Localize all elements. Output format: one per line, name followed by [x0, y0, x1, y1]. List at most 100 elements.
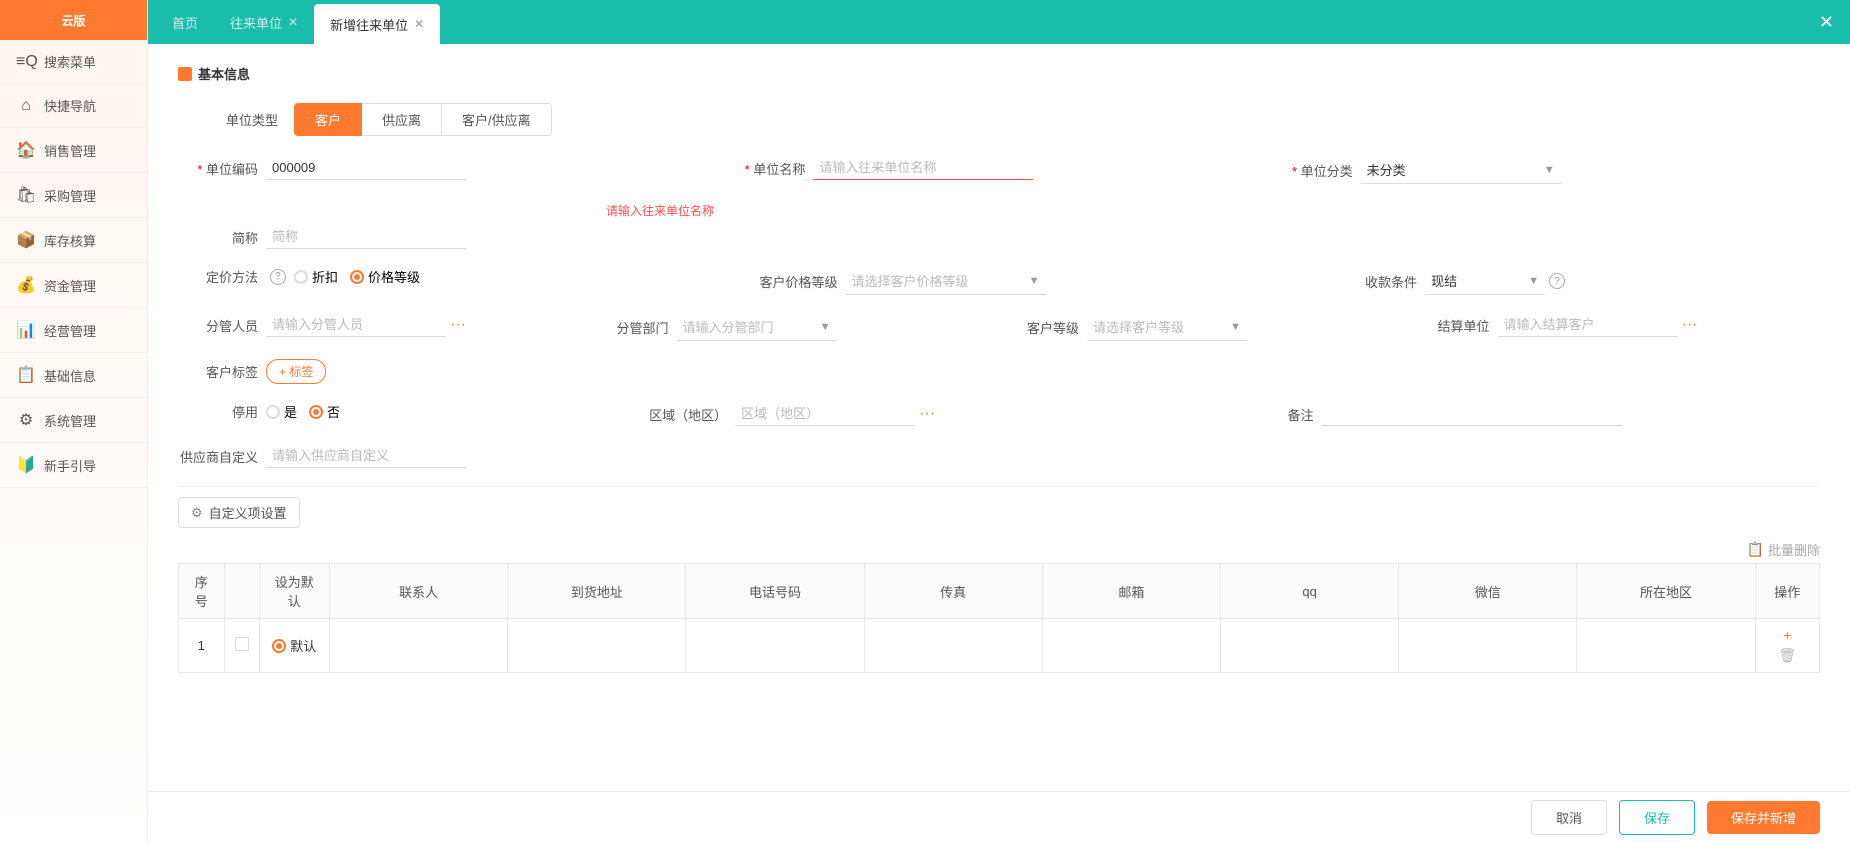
save-button[interactable]: 保存 — [1619, 800, 1695, 835]
payment-help-icon[interactable]: ? — [1549, 273, 1565, 289]
col-phone: 电话号码 — [686, 564, 864, 619]
row-checkbox[interactable] — [235, 637, 249, 651]
inventory-icon: 📦 — [16, 230, 36, 250]
customer-price-select[interactable]: 请选择客户价格等级 ▼ — [846, 267, 1046, 295]
settlement-more-button[interactable]: ··· — [1678, 316, 1702, 334]
col-fax: 传真 — [864, 564, 1042, 619]
sidebar-item-purchase[interactable]: 🛍 采购管理 — [0, 173, 147, 218]
region-label: 区域（地区） — [647, 405, 727, 424]
tab-home[interactable]: 首页 — [156, 0, 214, 44]
section-title-basic: 基本信息 — [178, 64, 1820, 83]
customer-level-select[interactable]: 请选择客户等级 ▼ — [1087, 313, 1247, 341]
sidebar-item-label: 库存核算 — [44, 231, 96, 250]
remark-input[interactable] — [1322, 402, 1622, 426]
purchase-icon: 🛍 — [16, 185, 36, 205]
unit-code-input[interactable] — [266, 156, 466, 180]
sidebar-item-operations[interactable]: 📊 经营管理 — [0, 308, 147, 353]
payment-terms-select[interactable]: 现结 ▼ — [1425, 267, 1545, 295]
col-address: 到货地址 — [508, 564, 686, 619]
chevron-down-icon4: ▼ — [820, 321, 831, 333]
del-row-button[interactable]: 🗑 — [1774, 645, 1800, 666]
tab-new-partner[interactable]: 新增往来单位 ✕ — [314, 4, 440, 44]
cell-email[interactable] — [1042, 619, 1220, 673]
form-row-disable-region: 停用 是 否 区域（地区） ··· 备注 — [178, 402, 1820, 426]
radio-disable-no-label: 否 — [327, 402, 340, 421]
chevron-down-icon3: ▼ — [1528, 275, 1539, 287]
field-unit-category: 单位分类 未分类 ▼ — [1273, 156, 1820, 184]
add-tag-button[interactable]: + 标签 — [266, 359, 326, 384]
radio-discount-label: 折扣 — [312, 267, 338, 286]
sidebar-item-quicknav[interactable]: ⌂ 快捷导航 — [0, 84, 147, 128]
radio-discount-circle — [294, 270, 308, 284]
default-radio[interactable]: 默认 — [270, 636, 320, 655]
type-btn-supplier[interactable]: 供应离 — [362, 103, 441, 136]
main-content: 首页 往来单位 ✕ 新增往来单位 ✕ ✕ 基本信息 单位类型 客户 供应离 客户… — [148, 0, 1850, 843]
cell-checkbox[interactable] — [224, 619, 259, 673]
tab-partners[interactable]: 往来单位 ✕ — [214, 0, 314, 44]
form-row-tag: 客户标签 + 标签 — [178, 359, 1820, 384]
short-name-input[interactable] — [266, 225, 466, 249]
manager-more-button[interactable]: ··· — [446, 316, 470, 334]
cell-index: 1 — [179, 619, 225, 673]
form-row-code-name-cat: 单位编码 单位名称 单位分类 未分类 ▼ — [178, 156, 1820, 184]
cell-address[interactable] — [508, 619, 686, 673]
phone-input[interactable] — [696, 638, 853, 653]
divider — [178, 486, 1820, 487]
region-more-button[interactable]: ··· — [915, 405, 939, 423]
customer-level-placeholder: 请选择客户等级 — [1093, 317, 1184, 336]
contact-input[interactable] — [340, 638, 497, 653]
window-close-button[interactable]: ✕ — [1811, 12, 1842, 33]
sidebar-item-basicinfo[interactable]: 📋 基础信息 — [0, 353, 147, 398]
save-new-button[interactable]: 保存并新增 — [1707, 801, 1820, 834]
sidebar-item-finance[interactable]: 💰 资金管理 — [0, 263, 147, 308]
type-btn-customer[interactable]: 客户 — [294, 103, 362, 136]
cell-wechat[interactable] — [1399, 619, 1577, 673]
address-input[interactable] — [518, 638, 675, 653]
sidebar-item-newbie[interactable]: 🔰 新手引导 — [0, 443, 147, 488]
department-select[interactable]: 请输入分管部门 ▼ — [677, 313, 837, 341]
batch-delete-label[interactable]: 批量删除 — [1768, 540, 1820, 559]
add-row-button[interactable]: + — [1779, 625, 1795, 645]
unit-name-input[interactable] — [813, 156, 1033, 180]
cell-contact[interactable] — [330, 619, 508, 673]
short-name-label: 简称 — [178, 228, 258, 247]
row-region-input[interactable] — [1587, 638, 1744, 653]
field-customer-level: 客户等级 请选择客户等级 ▼ — [999, 313, 1410, 341]
cell-qq[interactable] — [1220, 619, 1398, 673]
sidebar-item-system[interactable]: ⚙ 系统管理 — [0, 398, 147, 443]
manager-input[interactable] — [266, 313, 446, 337]
sidebar-item-label: 系统管理 — [44, 411, 96, 430]
tab-new-partner-close[interactable]: ✕ — [414, 17, 424, 31]
wechat-input[interactable] — [1409, 638, 1566, 653]
email-input[interactable] — [1053, 638, 1210, 653]
tab-partners-close[interactable]: ✕ — [288, 15, 298, 29]
radio-disable-no[interactable]: 否 — [309, 402, 340, 421]
sidebar-item-label: 资金管理 — [44, 276, 96, 295]
cancel-button[interactable]: 取消 — [1531, 800, 1607, 835]
cell-phone[interactable] — [686, 619, 864, 673]
radio-disable-no-circle — [309, 405, 323, 419]
field-department: 分管部门 请输入分管部门 ▼ — [589, 313, 1000, 341]
sidebar-item-sales[interactable]: 🏠 销售管理 — [0, 128, 147, 173]
region-input[interactable] — [735, 402, 915, 426]
field-manager: 分管人员 ··· — [178, 313, 589, 337]
radio-discount[interactable]: 折扣 — [294, 267, 338, 286]
sidebar-item-search[interactable]: ≡Q 搜索菜单 — [0, 40, 147, 84]
field-customer-price: 客户价格等级 请选择客户价格等级 ▼ — [758, 267, 1338, 295]
radio-price-level[interactable]: 价格等级 — [350, 267, 420, 286]
payment-terms-value: 现结 — [1431, 271, 1457, 290]
type-btn-both[interactable]: 客户/供应离 — [441, 103, 552, 136]
fax-input[interactable] — [875, 638, 1032, 653]
custom-settings-button[interactable]: ⚙ 自定义项设置 — [178, 497, 300, 528]
radio-disable-yes-circle — [266, 405, 280, 419]
pricing-help-icon[interactable]: ? — [270, 269, 286, 285]
field-remark: 备注 — [1234, 402, 1820, 426]
cell-region[interactable] — [1577, 619, 1755, 673]
supplier-custom-input[interactable] — [266, 444, 466, 468]
unit-category-select[interactable]: 未分类 ▼ — [1361, 156, 1561, 184]
radio-disable-yes[interactable]: 是 — [266, 402, 297, 421]
sidebar-item-inventory[interactable]: 📦 库存核算 — [0, 218, 147, 263]
settlement-input[interactable] — [1498, 313, 1678, 337]
qq-input[interactable] — [1231, 638, 1388, 653]
cell-fax[interactable] — [864, 619, 1042, 673]
